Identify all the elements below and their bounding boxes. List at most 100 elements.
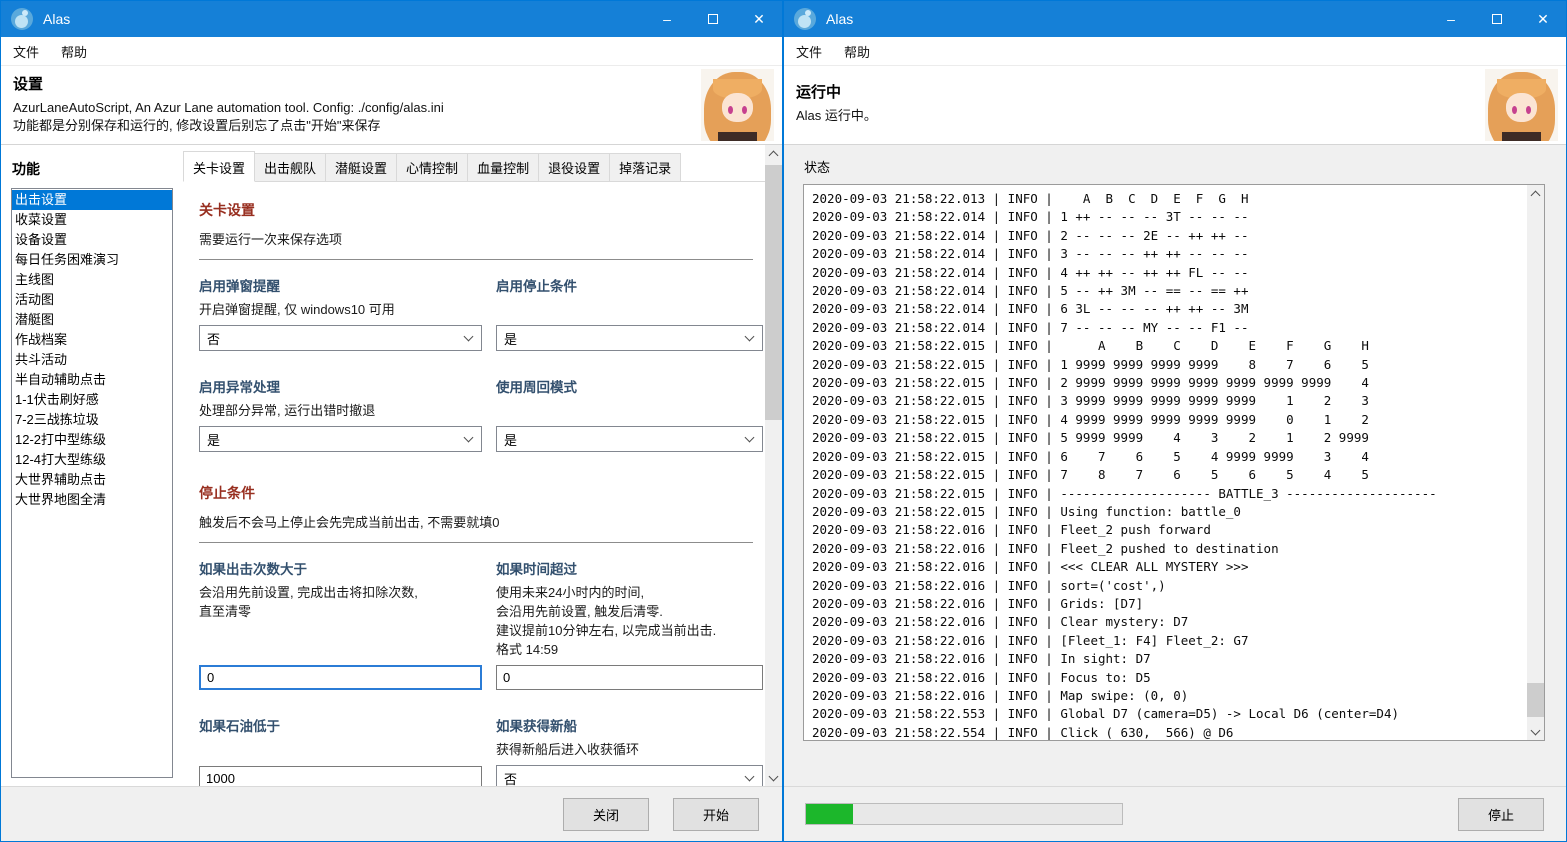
log-line: 2020-09-03 21:58:22.015 | INFO | 3 9999 … bbox=[812, 392, 1520, 410]
window-controls: – ✕ bbox=[1428, 1, 1566, 37]
tab-content: 关卡设置 需要运行一次来保存选项 启用弹窗提醒 开启弹窗提醒, 仅 window… bbox=[183, 181, 765, 786]
status-area: 状态 2020-09-03 21:58:22.013 | INFO | A B … bbox=[784, 145, 1566, 786]
sidebar-item[interactable]: 活动图 bbox=[12, 290, 172, 310]
chevron-down-icon bbox=[745, 332, 755, 342]
sidebar-item[interactable]: 作战档案 bbox=[12, 330, 172, 350]
running-subtitle: Alas 运行中。 bbox=[796, 107, 1554, 125]
titlebar[interactable]: Alas – ✕ bbox=[1, 1, 782, 37]
field-if-count-greater: 如果出击次数大于 会沿用先前设置, 完成出击将扣除次数, 直至清零 0 bbox=[199, 558, 482, 690]
menu-help[interactable]: 帮助 bbox=[61, 42, 87, 61]
sidebar-item[interactable]: 共斗活动 bbox=[12, 350, 172, 370]
sidebar-item[interactable]: 1-1伏击刷好感 bbox=[12, 390, 172, 410]
stop-condition-select[interactable]: 是 bbox=[496, 325, 763, 351]
exception-handle-select[interactable]: 是 bbox=[199, 426, 482, 452]
menu-help[interactable]: 帮助 bbox=[844, 42, 870, 61]
scroll-down-arrow[interactable] bbox=[1527, 723, 1544, 740]
tab-hp-control[interactable]: 血量控制 bbox=[467, 153, 539, 182]
tab-fleet[interactable]: 出击舰队 bbox=[254, 153, 326, 182]
menu-file[interactable]: 文件 bbox=[796, 42, 822, 61]
close-window-button[interactable]: 关闭 bbox=[563, 798, 649, 831]
log-line: 2020-09-03 21:58:22.014 | INFO | 2 -- --… bbox=[812, 227, 1520, 245]
menu-file[interactable]: 文件 bbox=[13, 42, 39, 61]
tab-stage-settings[interactable]: 关卡设置 bbox=[183, 151, 255, 182]
field-description: 开启弹窗提醒, 仅 windows10 可用 bbox=[199, 300, 482, 319]
log-line: 2020-09-03 21:58:22.015 | INFO | 4 9999 … bbox=[812, 411, 1520, 429]
main-panel: 关卡设置 出击舰队 潜艇设置 心情控制 血量控制 退役设置 掉落记录 关卡设置 … bbox=[181, 145, 782, 786]
loop-mode-select[interactable]: 是 bbox=[496, 426, 763, 452]
log-line: 2020-09-03 21:58:22.015 | INFO | 5 9999 … bbox=[812, 429, 1520, 447]
log-line: 2020-09-03 21:58:22.013 | INFO | A B C D… bbox=[812, 190, 1520, 208]
chevron-down-icon bbox=[464, 433, 474, 443]
scrollbar-thumb[interactable] bbox=[765, 165, 782, 420]
log-line: 2020-09-03 21:58:22.016 | INFO | Fleet_2… bbox=[812, 521, 1520, 539]
if-count-input[interactable]: 0 bbox=[199, 665, 482, 690]
maximize-icon bbox=[708, 14, 718, 24]
progress-bar-fill bbox=[806, 804, 853, 824]
log-line: 2020-09-03 21:58:22.014 | INFO | 5 -- ++… bbox=[812, 282, 1520, 300]
log-line: 2020-09-03 21:58:22.015 | INFO | 7 8 7 6… bbox=[812, 466, 1520, 484]
scrollbar[interactable] bbox=[1527, 185, 1544, 740]
start-button[interactable]: 开始 bbox=[673, 798, 759, 831]
sidebar-item[interactable]: 12-4打大型练级 bbox=[12, 450, 172, 470]
stop-button[interactable]: 停止 bbox=[1458, 798, 1544, 831]
status-label: 状态 bbox=[804, 157, 1545, 176]
log-line: 2020-09-03 21:58:22.015 | INFO | 6 7 6 5… bbox=[812, 448, 1520, 466]
popup-notify-select[interactable]: 否 bbox=[199, 325, 482, 351]
sidebar-item[interactable]: 潜艇图 bbox=[12, 310, 172, 330]
scrollbar-thumb[interactable] bbox=[1527, 683, 1544, 717]
sidebar-item[interactable]: 12-2打中型练级 bbox=[12, 430, 172, 450]
field-if-new-ship: 如果获得新船 获得新船后进入收获循环 否 bbox=[496, 715, 763, 786]
field-label: 如果出击次数大于 bbox=[199, 558, 482, 578]
field-label: 如果获得新船 bbox=[496, 715, 763, 735]
form-grid: 如果出击次数大于 会沿用先前设置, 完成出击将扣除次数, 直至清零 0 如果时间… bbox=[199, 558, 753, 786]
field-description: 会沿用先前设置, 完成出击将扣除次数, 直至清零 bbox=[199, 583, 482, 621]
close-button[interactable]: ✕ bbox=[1520, 1, 1566, 37]
sidebar-item[interactable]: 每日任务困难演习 bbox=[12, 250, 172, 270]
tab-retirement[interactable]: 退役设置 bbox=[538, 153, 610, 182]
log-line: 2020-09-03 21:58:22.016 | INFO | sort=('… bbox=[812, 577, 1520, 595]
menubar: 文件 帮助 bbox=[784, 37, 1566, 66]
maximize-button[interactable] bbox=[1474, 1, 1520, 37]
tab-emotion[interactable]: 心情控制 bbox=[396, 153, 468, 182]
sidebar-item[interactable]: 大世界地图全清 bbox=[12, 490, 172, 510]
running-window: Alas – ✕ 文件 帮助 运行中 Alas 运行中。 状态 2020-09-… bbox=[783, 0, 1567, 842]
sidebar-item[interactable]: 设备设置 bbox=[12, 230, 172, 250]
avatar bbox=[701, 69, 774, 141]
alas-logo-icon bbox=[794, 8, 816, 30]
close-button[interactable]: ✕ bbox=[736, 1, 782, 37]
window-controls: – ✕ bbox=[644, 1, 782, 37]
scrollbar[interactable] bbox=[765, 145, 782, 786]
sidebar-item[interactable]: 收菜设置 bbox=[12, 210, 172, 230]
tab-submarine[interactable]: 潜艇设置 bbox=[325, 153, 397, 182]
minimize-button[interactable]: – bbox=[1428, 1, 1474, 37]
select-value: 否 bbox=[504, 769, 517, 787]
titlebar[interactable]: Alas – ✕ bbox=[784, 1, 1566, 37]
sidebar-item[interactable]: 出击设置 bbox=[12, 190, 172, 210]
log-line: 2020-09-03 21:58:22.015 | INFO | -------… bbox=[812, 485, 1520, 503]
log-output[interactable]: 2020-09-03 21:58:22.013 | INFO | A B C D… bbox=[803, 184, 1545, 741]
scroll-up-arrow[interactable] bbox=[765, 145, 782, 162]
minimize-button[interactable]: – bbox=[644, 1, 690, 37]
scroll-down-arrow[interactable] bbox=[765, 769, 782, 786]
sidebar-item[interactable]: 主线图 bbox=[12, 270, 172, 290]
scroll-up-arrow[interactable] bbox=[1527, 185, 1544, 202]
log-line: 2020-09-03 21:58:22.016 | INFO | Grids: … bbox=[812, 595, 1520, 613]
progress-bar bbox=[805, 803, 1123, 825]
sidebar-item[interactable]: 半自动辅助点击 bbox=[12, 370, 172, 390]
tab-drop-record[interactable]: 掉落记录 bbox=[609, 153, 681, 182]
sidebar-item[interactable]: 7-2三战拣垃圾 bbox=[12, 410, 172, 430]
field-loop-mode: 使用周回模式 是 bbox=[496, 376, 763, 452]
field-label: 启用异常处理 bbox=[199, 376, 482, 396]
if-oil-input[interactable]: 1000 bbox=[199, 766, 482, 786]
menubar: 文件 帮助 bbox=[1, 37, 782, 66]
select-value: 是 bbox=[504, 430, 517, 449]
if-time-input[interactable]: 0 bbox=[496, 665, 763, 690]
tabstrip: 关卡设置 出击舰队 潜艇设置 心情控制 血量控制 退役设置 掉落记录 bbox=[183, 151, 765, 182]
maximize-button[interactable] bbox=[690, 1, 736, 37]
sidebar-item[interactable]: 大世界辅助点击 bbox=[12, 470, 172, 490]
settings-body: 功能 出击设置 收菜设置 设备设置 每日任务困难演习 主线图 活动图 潜艇图 作… bbox=[1, 145, 782, 786]
if-new-ship-select[interactable]: 否 bbox=[496, 765, 763, 786]
log-line: 2020-09-03 21:58:22.015 | INFO | A B C D… bbox=[812, 337, 1520, 355]
field-if-time-exceed: 如果时间超过 使用未来24小时内的时间, 会沿用先前设置, 触发后清零. 建议提… bbox=[496, 558, 763, 690]
select-value: 否 bbox=[207, 329, 220, 348]
